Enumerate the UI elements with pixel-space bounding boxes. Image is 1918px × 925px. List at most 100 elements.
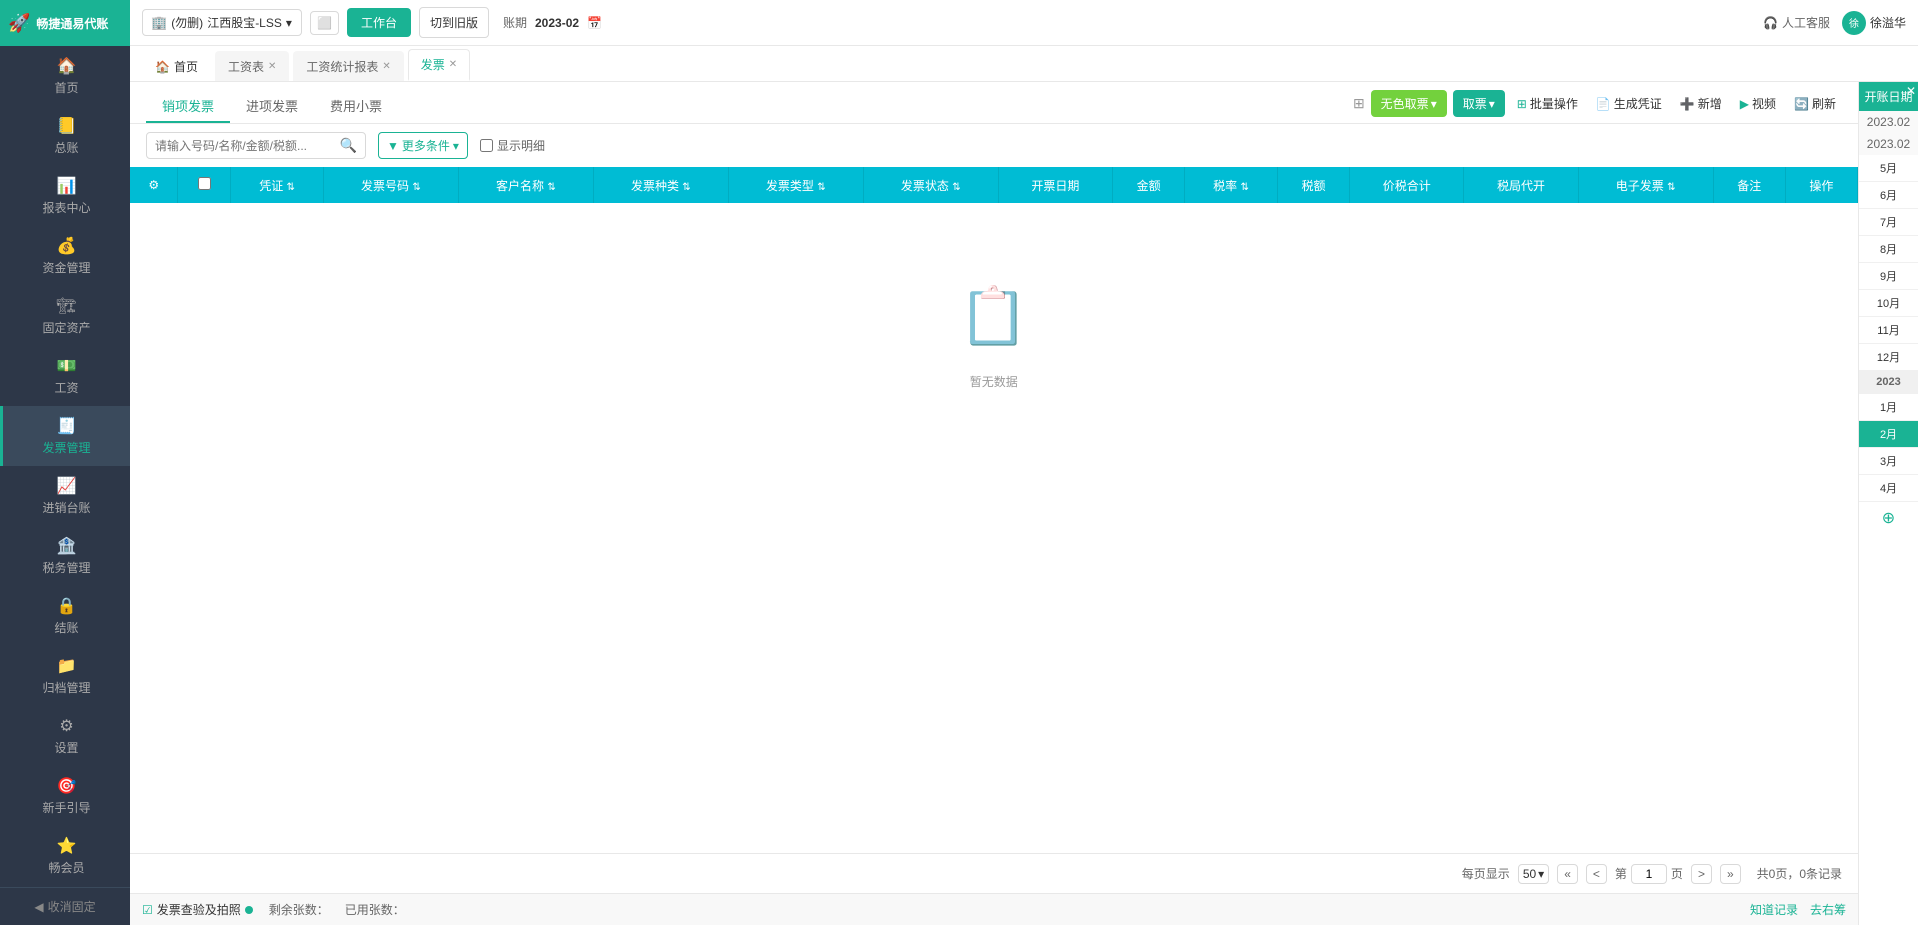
col-tax: 税额 xyxy=(1277,167,1349,203)
sidebar-item-label: 总账 xyxy=(54,139,78,156)
date-month-5[interactable]: 5月 xyxy=(1859,155,1918,182)
add-record-link[interactable]: 知道记录 xyxy=(1750,901,1798,918)
tab-close-active-icon[interactable]: ✕ xyxy=(449,59,457,70)
date-month-10[interactable]: 10月 xyxy=(1859,290,1918,317)
col-voucher[interactable]: 凭证 ⇅ xyxy=(231,167,324,203)
sub-tab-expense-receipt[interactable]: 费用小票 xyxy=(314,90,398,123)
first-page-button[interactable]: « xyxy=(1557,864,1578,884)
date-year-2023-02-2[interactable]: 2023.02 xyxy=(1859,133,1918,155)
date-month-1[interactable]: 1月 xyxy=(1859,394,1918,421)
more-filter-label: 更多条件 xyxy=(402,137,450,154)
sidebar-item-tax[interactable]: 🏦 税务管理 xyxy=(0,526,130,586)
user-info[interactable]: 徐 徐溢华 xyxy=(1842,11,1906,35)
date-panel: 开账日期 ✕ 2023.02 2023.02 5月 6月 7月 8月 9月 10… xyxy=(1858,82,1918,925)
refresh-button[interactable]: 🔄 刷新 xyxy=(1788,91,1842,116)
sidebar-item-funds[interactable]: 💰 资金管理 xyxy=(0,226,130,286)
date-month-8[interactable]: 8月 xyxy=(1859,236,1918,263)
sidebar-item-salary[interactable]: 💵 工资 xyxy=(0,346,130,406)
sidebar-item-ledger[interactable]: 📒 总账 xyxy=(0,106,130,166)
last-page-button[interactable]: » xyxy=(1720,864,1741,884)
next-page-button[interactable]: > xyxy=(1691,864,1712,884)
col-open-date: 开票日期 xyxy=(998,167,1112,203)
date-month-2-active[interactable]: 2月 xyxy=(1859,421,1918,448)
col-customer[interactable]: 客户名称 ⇅ xyxy=(458,167,593,203)
close-panel-button[interactable]: ✕ xyxy=(1906,84,1916,98)
tab-label: 首页 xyxy=(174,58,198,75)
page-size-select[interactable]: 50 ▾ xyxy=(1518,864,1549,884)
more-filter-button[interactable]: ▼ 更多条件 ▾ xyxy=(378,132,468,159)
app-logo: 🚀 畅捷通易代账 xyxy=(0,0,130,46)
chevron-down-icon: ▾ xyxy=(1538,867,1544,881)
date-month-3[interactable]: 3月 xyxy=(1859,448,1918,475)
date-month-7[interactable]: 7月 xyxy=(1859,209,1918,236)
page-input[interactable] xyxy=(1631,864,1667,884)
date-year-2023-02-1[interactable]: 2023.02 xyxy=(1859,111,1918,133)
col-invoice-no[interactable]: 发票号码 ⇅ xyxy=(323,167,458,203)
tab-salary-table[interactable]: 工资表 ✕ xyxy=(215,51,289,81)
date-month-11[interactable]: 11月 xyxy=(1859,317,1918,344)
tab-close-icon[interactable]: ✕ xyxy=(382,61,390,72)
date-year-header-2023: 2023 xyxy=(1859,371,1918,394)
sidebar-item-member[interactable]: ⭐ 畅会员 xyxy=(0,826,130,886)
copy-button[interactable]: ⬜ xyxy=(310,11,339,35)
search-icon[interactable]: 🔍 xyxy=(340,137,357,154)
col-invoice-status[interactable]: 发票状态 ⇅ xyxy=(863,167,998,203)
sidebar-item-close[interactable]: 🔒 结账 xyxy=(0,586,130,646)
tab-salary-stats[interactable]: 工资统计报表 ✕ xyxy=(293,51,403,81)
sidebar-item-guide[interactable]: 🎯 新手引导 xyxy=(0,766,130,826)
search-input[interactable] xyxy=(155,139,336,153)
sidebar-item-label: 资金管理 xyxy=(42,259,90,276)
sidebar-item-home[interactable]: 🏠 首页 xyxy=(0,46,130,106)
sidebar-item-label: 畅会员 xyxy=(48,859,84,876)
ticket-button[interactable]: 取票 ▾ xyxy=(1453,90,1505,117)
date-panel-header[interactable]: 开账日期 ✕ xyxy=(1859,82,1918,111)
check-label: 发票查验及拍照 xyxy=(157,901,241,918)
select-all-checkbox[interactable] xyxy=(198,177,211,190)
workbench-button[interactable]: 工作台 xyxy=(347,8,411,37)
tab-home[interactable]: 🏠 首页 xyxy=(142,51,211,81)
col-settings[interactable]: ⚙ xyxy=(130,167,178,203)
date-month-4[interactable]: 4月 xyxy=(1859,475,1918,502)
sidebar-item-label: 首页 xyxy=(54,79,78,96)
sort-icon: ⇅ xyxy=(1241,182,1249,193)
reports-icon: 📊 xyxy=(57,176,77,196)
sidebar-item-settings[interactable]: ⚙ 设置 xyxy=(0,706,130,766)
sidebar-item-assets[interactable]: 🏗 固定资产 xyxy=(0,286,130,346)
table-wrap: ⚙ 凭证 ⇅ 发票号码 ⇅ 客户名称 ⇅ 发票种类 ⇅ 发票类型 ⇅ 发票状态 … xyxy=(130,167,1858,853)
show-detail-checkbox[interactable]: 显示明细 xyxy=(480,137,545,154)
check-icon: ☑ xyxy=(142,903,153,917)
batch-ops-button[interactable]: ⊞ 批量操作 xyxy=(1511,91,1584,116)
no-ticket-button[interactable]: 无色取票 ▾ xyxy=(1371,90,1447,117)
tab-invoice[interactable]: 发票 ✕ xyxy=(408,49,470,81)
sidebar-item-sales[interactable]: 📈 进销台账 xyxy=(0,466,130,526)
gen-voucher-button[interactable]: 📄 生成凭证 xyxy=(1590,91,1668,116)
company-selector[interactable]: 🏢 (勿删) 江西股宝-LSS ▾ xyxy=(142,9,302,36)
prev-page-button[interactable]: < xyxy=(1586,864,1607,884)
service-button[interactable]: 🎧 人工客服 xyxy=(1763,14,1830,31)
col-tax-rate[interactable]: 税率 ⇅ xyxy=(1185,167,1278,203)
date-month-9[interactable]: 9月 xyxy=(1859,263,1918,290)
video-button[interactable]: ▶ 视频 xyxy=(1734,91,1782,116)
sidebar-collapse-btn[interactable]: ◀ 收消固定 xyxy=(0,887,130,925)
col-e-invoice[interactable]: 电子发票 ⇅ xyxy=(1578,167,1713,203)
go-right-link[interactable]: 去右筹 xyxy=(1810,901,1846,918)
sidebar-item-label: 进销台账 xyxy=(42,499,90,516)
sub-tab-sales-invoice[interactable]: 销项发票 xyxy=(146,90,230,123)
sidebar-item-invoice[interactable]: 🧾 发票管理 xyxy=(0,406,130,466)
show-detail-input[interactable] xyxy=(480,139,493,152)
sidebar-item-reports[interactable]: 📊 报表中心 xyxy=(0,166,130,226)
date-month-12[interactable]: 12月 xyxy=(1859,344,1918,371)
date-month-6[interactable]: 6月 xyxy=(1859,182,1918,209)
sidebar-item-archive[interactable]: 📁 归档管理 xyxy=(0,646,130,706)
new-button[interactable]: ➕ 新增 xyxy=(1674,91,1728,116)
pagination-bar: 每页显示 50 ▾ « < 第 页 > » 共0页，0条记录 xyxy=(130,853,1858,893)
expand-icon: ⊕ xyxy=(1882,508,1895,528)
sub-tab-purchase-invoice[interactable]: 进项发票 xyxy=(230,90,314,123)
expand-more-button[interactable]: ⊕ xyxy=(1859,502,1918,534)
col-invoice-type[interactable]: 发票种类 ⇅ xyxy=(593,167,728,203)
tab-close-icon[interactable]: ✕ xyxy=(268,61,276,72)
col-invoice-category[interactable]: 发票类型 ⇅ xyxy=(728,167,863,203)
col-checkbox[interactable] xyxy=(178,167,231,203)
switch-version-button[interactable]: 切到旧版 xyxy=(419,7,489,38)
used-text: 已用张数： xyxy=(345,903,405,917)
